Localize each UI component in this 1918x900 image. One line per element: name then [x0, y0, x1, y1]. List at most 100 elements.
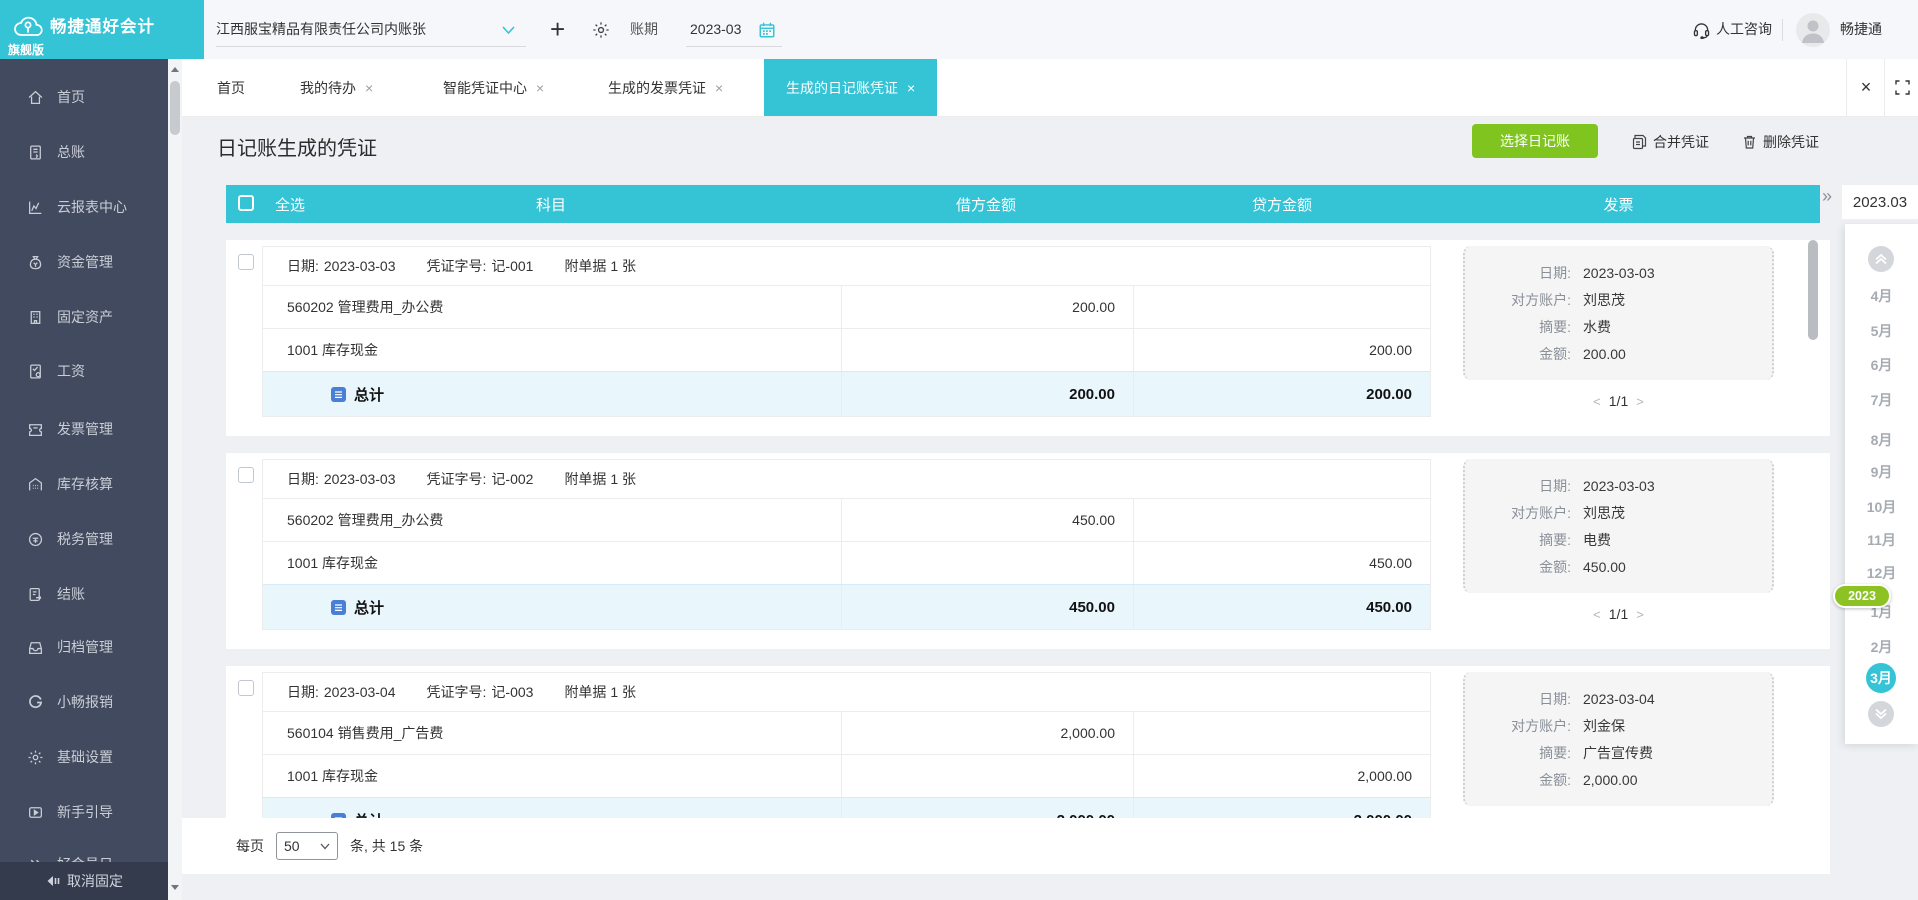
unpin-icon: [45, 874, 61, 888]
calendar-icon[interactable]: [758, 21, 776, 39]
sidebar-item-tax[interactable]: 税务管理: [0, 520, 168, 558]
voucher-row[interactable]: 560202 管理费用_办公费 200.00: [263, 285, 1430, 328]
invoice-pagination: <1/1>: [1463, 606, 1774, 622]
support-link[interactable]: 人工咨询: [1716, 0, 1772, 59]
sidebar-item-settings[interactable]: 基础设置: [0, 738, 168, 776]
sidebar-item-closing[interactable]: 结账: [0, 575, 168, 613]
total-count-label: 条, 共 15 条: [350, 836, 423, 856]
total-icon: [331, 600, 346, 615]
invoice-card[interactable]: 日期:2023-03-03 对方账户:刘思茂 摘要:电费 金额:450.00: [1463, 459, 1774, 593]
app-window: 畅捷通好会计 旗舰版 江西服宝精品有限责任公司内账张 + 账期 2023-03: [0, 0, 1918, 900]
close-tab-icon[interactable]: ×: [365, 80, 373, 96]
fullscreen-button[interactable]: [1884, 59, 1918, 116]
tab-generated-journal-vouchers[interactable]: 生成的日记账凭证×: [764, 59, 937, 116]
add-account-set-button[interactable]: +: [550, 14, 565, 44]
voucher-group-1: 日期:2023-03-03 凭证字号:记-001 附单据 1 张 560202 …: [226, 240, 1830, 436]
month-item-oct[interactable]: 10月: [1845, 497, 1918, 517]
user-name[interactable]: 畅捷通: [1840, 0, 1882, 59]
prev-page-arrow[interactable]: <: [1593, 394, 1601, 409]
tab-smart-voucher-center[interactable]: 智能凭证中心×: [443, 59, 544, 116]
gear-icon[interactable]: [592, 21, 610, 39]
tab-my-todo[interactable]: 我的待办×: [300, 59, 373, 116]
group-checkbox[interactable]: [238, 680, 254, 696]
edition-badge: 旗舰版: [8, 41, 44, 58]
avatar[interactable]: [1796, 13, 1830, 47]
voucher-row[interactable]: 1001 库存现金 450.00: [263, 541, 1430, 584]
voucher-row[interactable]: 560202 管理费用_办公费 450.00: [263, 498, 1430, 541]
month-item-sep[interactable]: 9月: [1845, 462, 1918, 482]
voucher-row[interactable]: 1001 库存现金 2,000.00: [263, 754, 1430, 797]
sidebar-item-funds[interactable]: 资金管理: [0, 243, 168, 281]
app-title: 畅捷通好会计: [50, 13, 155, 37]
sidebar-item-payroll[interactable]: 工资: [0, 352, 168, 390]
unpin-sidebar-button[interactable]: 取消固定: [0, 862, 168, 900]
month-item-nov[interactable]: 11月: [1845, 530, 1918, 550]
close-tab-icon[interactable]: ×: [536, 80, 544, 96]
select-all-checkbox[interactable]: [238, 195, 254, 211]
timeline-scroll-down-button[interactable]: [1868, 701, 1894, 727]
collapse-timeline-icon[interactable]: »: [1822, 186, 1831, 207]
invoice-card[interactable]: 日期:2023-03-04 对方账户:刘金保 摘要:广告宣传费 金额:2,000…: [1463, 672, 1774, 806]
month-item-apr[interactable]: 4月: [1845, 286, 1918, 306]
sidebar-scrollbar[interactable]: [168, 59, 182, 900]
content-scrollbar-thumb[interactable]: [1808, 240, 1818, 340]
month-item-jul[interactable]: 7月: [1845, 390, 1918, 410]
prev-page-arrow[interactable]: <: [1593, 607, 1601, 622]
top-bar: 畅捷通好会计 旗舰版 江西服宝精品有限责任公司内账张 + 账期 2023-03: [0, 0, 1918, 60]
sidebar-item-general-ledger[interactable]: 总账: [0, 133, 168, 171]
month-item-jun[interactable]: 6月: [1845, 355, 1918, 375]
close-tab-icon[interactable]: ×: [907, 80, 915, 96]
voucher-card: 日期:2023-03-03 凭证字号:记-001 附单据 1 张 560202 …: [262, 246, 1431, 417]
period-label: 账期: [630, 0, 658, 59]
chart-icon: [27, 199, 44, 216]
chevron-down-icon[interactable]: [502, 26, 515, 35]
sidebar-scrollbar-thumb[interactable]: [170, 81, 180, 135]
sidebar-item-home[interactable]: 首页: [0, 78, 168, 116]
select-journal-button[interactable]: 选择日记账: [1472, 124, 1598, 158]
timeline-scroll-up-button[interactable]: [1868, 246, 1894, 272]
sidebar-item-fixed-assets[interactable]: 固定资产: [0, 298, 168, 336]
headset-icon[interactable]: [1692, 20, 1711, 39]
invoice-card[interactable]: 日期:2023-03-03 对方账户:刘思茂 摘要:水费 金额:200.00: [1463, 246, 1774, 380]
tab-generated-invoice-vouchers[interactable]: 生成的发票凭证×: [608, 59, 723, 116]
tax-circle-icon: [27, 531, 44, 548]
delete-voucher-button[interactable]: 删除凭证: [1736, 131, 1825, 153]
group-checkbox[interactable]: [238, 254, 254, 270]
sidebar-item-reimbursement[interactable]: 小畅报销: [0, 683, 168, 721]
month-item-dec[interactable]: 12月: [1845, 563, 1918, 583]
next-page-arrow[interactable]: >: [1636, 394, 1644, 409]
chevron-down-icon: [320, 843, 330, 850]
attachment-count: 附单据 1 张: [564, 469, 636, 489]
voucher-row[interactable]: 560104 销售费用_广告费 2,000.00: [263, 711, 1430, 754]
sidebar-item-cloud-reports[interactable]: 云报表中心: [0, 188, 168, 226]
g-circle-icon: [27, 694, 44, 711]
period-value[interactable]: 2023-03: [690, 0, 741, 59]
per-page-select[interactable]: 50: [276, 832, 338, 860]
year-badge: 2023: [1833, 584, 1891, 608]
scroll-up-arrow[interactable]: [171, 67, 179, 72]
voucher-row[interactable]: 1001 库存现金 200.00: [263, 328, 1430, 371]
scroll-down-arrow[interactable]: [171, 885, 179, 890]
month-item-feb[interactable]: 2月: [1845, 637, 1918, 657]
voucher-header: 日期:2023-03-03 凭证字号:记-001 附单据 1 张: [263, 247, 1430, 285]
total-icon: [331, 387, 346, 402]
close-tab-icon[interactable]: ×: [715, 80, 723, 96]
sidebar-item-beginner-guide[interactable]: 新手引导: [0, 793, 168, 831]
ledger-icon: [27, 144, 44, 161]
close-page-button[interactable]: ×: [1846, 59, 1885, 116]
sidebar-item-archive[interactable]: 归档管理: [0, 628, 168, 666]
month-item-may[interactable]: 5月: [1845, 321, 1918, 341]
tab-home[interactable]: 首页: [217, 59, 245, 116]
cloud-logo-icon: [13, 14, 45, 40]
next-page-arrow[interactable]: >: [1636, 607, 1644, 622]
sidebar-item-invoice-management[interactable]: 发票管理: [0, 410, 168, 448]
group-checkbox[interactable]: [238, 467, 254, 483]
warehouse-icon: [27, 476, 44, 493]
month-item-mar-active[interactable]: 3月: [1866, 663, 1896, 693]
month-item-aug[interactable]: 8月: [1845, 430, 1918, 450]
sidebar-item-inventory[interactable]: 库存核算: [0, 465, 168, 503]
account-set-selector[interactable]: 江西服宝精品有限责任公司内账张: [216, 0, 426, 59]
merge-voucher-button[interactable]: 合并凭证: [1626, 131, 1715, 153]
voucher-header: 日期:2023-03-03 凭证字号:记-002 附单据 1 张: [263, 460, 1430, 498]
double-chevron-down-icon: [1874, 708, 1888, 720]
